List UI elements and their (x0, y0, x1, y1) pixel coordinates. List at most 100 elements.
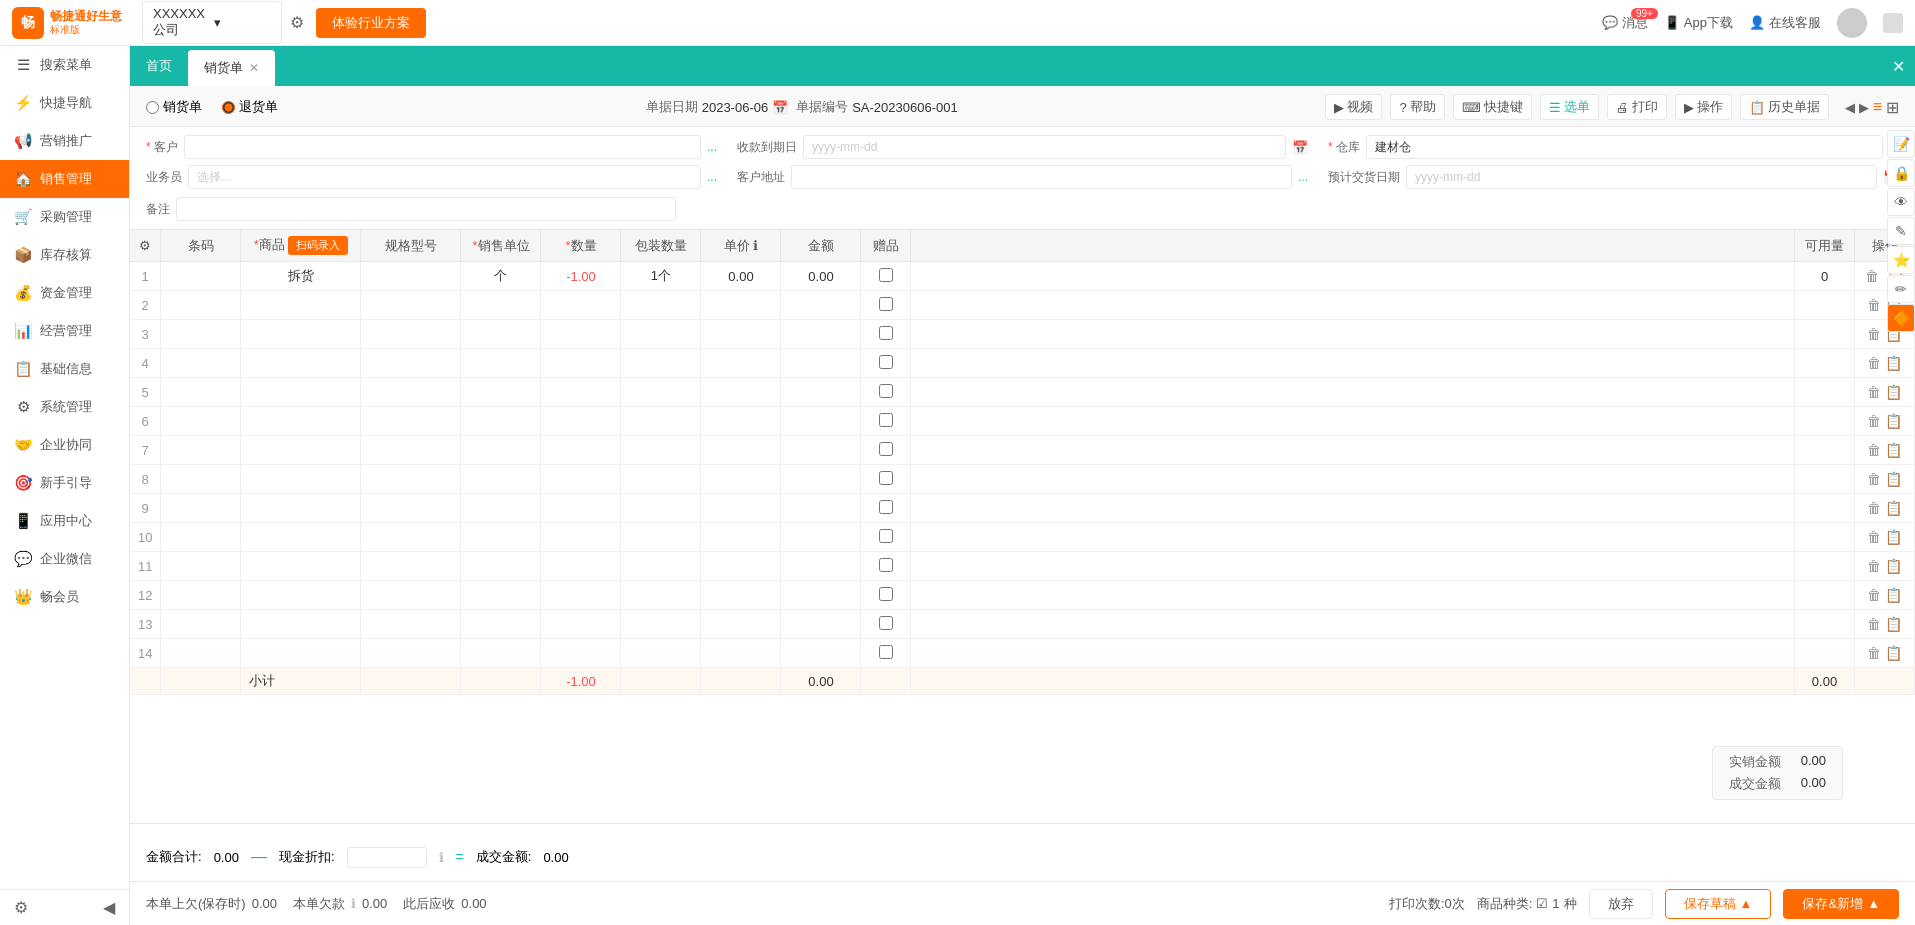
shortcut-btn[interactable]: ⌨ 快捷键 (1453, 94, 1532, 120)
tab-close-icon[interactable]: ✕ (249, 61, 259, 75)
copy-row-6[interactable]: 📋 (1883, 411, 1904, 431)
product-type-checkbox[interactable]: ☑ (1536, 896, 1548, 911)
delete-row-5[interactable]: 🗑 (1865, 382, 1883, 402)
sidebar-settings-icon[interactable]: ⚙ (14, 898, 28, 917)
save-new-button[interactable]: 保存&新增 ▲ (1783, 889, 1899, 919)
company-selector[interactable]: XXXXXX公司 ▾ (142, 1, 282, 44)
float-edit-btn[interactable]: ✎ (1887, 217, 1915, 245)
delete-row-1[interactable]: 🗑 (1863, 266, 1881, 286)
delete-row-12[interactable]: 🗑 (1865, 585, 1883, 605)
row-unit-1[interactable]: 个 (461, 262, 541, 291)
sidebar-item-search[interactable]: ☰ 搜索菜单 (0, 46, 129, 84)
receivable-date-calendar-icon[interactable]: 📅 (1292, 140, 1308, 155)
expected-date-input[interactable] (1406, 165, 1877, 189)
delete-row-7[interactable]: 🗑 (1865, 440, 1883, 460)
delete-row-9[interactable]: 🗑 (1865, 498, 1883, 518)
copy-row-14[interactable]: 📋 (1883, 643, 1904, 663)
sidebar-item-wecom[interactable]: 💬 企业微信 (0, 540, 129, 578)
print-btn[interactable]: 🖨 打印 (1607, 94, 1667, 120)
copy-row-5[interactable]: 📋 (1883, 382, 1904, 402)
grid-view-icon[interactable]: ⊞ (1886, 98, 1899, 117)
address-input[interactable] (791, 165, 1292, 189)
scan-button[interactable]: 扫码录入 (288, 236, 348, 255)
col-gear[interactable]: ⚙ (130, 230, 161, 262)
copy-row-7[interactable]: 📋 (1883, 440, 1904, 460)
topbar-settings-icon[interactable]: ⚙ (290, 13, 304, 32)
delete-row-6[interactable]: 🗑 (1865, 411, 1883, 431)
row-qty-1[interactable]: -1.00 (541, 262, 621, 291)
delete-row-10[interactable]: 🗑 (1865, 527, 1883, 547)
radio-sales[interactable] (146, 101, 159, 114)
user-avatar2[interactable] (1883, 13, 1903, 33)
row-spec-1[interactable] (361, 262, 461, 291)
sidebar-item-system[interactable]: ⚙ 系统管理 (0, 388, 129, 426)
row-gift-1[interactable] (861, 262, 911, 291)
copy-row-9[interactable]: 📋 (1883, 498, 1904, 518)
sidebar-item-sales[interactable]: 🏠 销售管理 (0, 160, 129, 198)
sidebar-item-enterprise[interactable]: 🤝 企业协同 (0, 426, 129, 464)
select-btn[interactable]: ☰ 选单 (1540, 94, 1599, 120)
float-view-btn[interactable]: 👁 (1887, 188, 1915, 216)
receivable-date-input[interactable] (803, 135, 1286, 159)
radio-return-label[interactable]: 退货单 (222, 98, 278, 116)
next-icon[interactable]: ▶ (1859, 100, 1869, 115)
tab-home[interactable]: 首页 (130, 46, 188, 86)
salesperson-input[interactable] (188, 165, 701, 189)
discount-input[interactable] (347, 847, 427, 868)
radio-sales-label[interactable]: 销货单 (146, 98, 202, 116)
delete-row-11[interactable]: 🗑 (1865, 556, 1883, 576)
float-orange-btn[interactable]: 🔶 (1887, 304, 1915, 332)
row-pkgqty-1[interactable]: 1个 (621, 262, 701, 291)
video-btn[interactable]: ▶ 视频 (1325, 94, 1382, 120)
copy-row-10[interactable]: 📋 (1883, 527, 1904, 547)
owe-help-icon[interactable]: ℹ (351, 896, 356, 911)
customer-ellipsis[interactable]: ... (707, 140, 717, 154)
float-note-btn[interactable]: 📝 (1887, 130, 1915, 158)
info-icon[interactable]: ℹ (439, 850, 444, 865)
float-lock-btn[interactable]: 🔒 (1887, 159, 1915, 187)
delete-row-2[interactable]: 🗑 (1865, 295, 1883, 315)
float-star-btn[interactable]: ⭐ (1887, 246, 1915, 274)
trial-button[interactable]: 体验行业方案 (316, 8, 426, 38)
delete-row-4[interactable]: 🗑 (1865, 353, 1883, 373)
note-input[interactable] (176, 197, 676, 221)
sidebar-collapse-icon[interactable]: ◀ (103, 898, 115, 917)
sidebar-item-vip[interactable]: 👑 畅会员 (0, 578, 129, 616)
copy-row-12[interactable]: 📋 (1883, 585, 1904, 605)
warehouse-input[interactable] (1366, 135, 1883, 159)
customer-input[interactable] (184, 135, 701, 159)
sidebar-item-guide[interactable]: 🎯 新手引导 (0, 464, 129, 502)
delete-row-13[interactable]: 🗑 (1865, 614, 1883, 634)
row-barcode-1[interactable] (161, 262, 241, 291)
abandon-button[interactable]: 放弃 (1589, 889, 1653, 919)
delete-row-8[interactable]: 🗑 (1865, 469, 1883, 489)
copy-row-4[interactable]: 📋 (1883, 353, 1904, 373)
sidebar-item-inventory[interactable]: 📦 库存核算 (0, 236, 129, 274)
float-pencil-btn[interactable]: ✏ (1887, 275, 1915, 303)
sidebar-item-finance[interactable]: 💰 资金管理 (0, 274, 129, 312)
delete-row-3[interactable]: 🗑 (1865, 324, 1883, 344)
address-ellipsis[interactable]: ... (1298, 170, 1308, 184)
row-price-1[interactable]: 0.00 (701, 262, 781, 291)
salesperson-ellipsis[interactable]: ... (707, 170, 717, 184)
prev-icon[interactable]: ◀ (1845, 100, 1855, 115)
copy-row-8[interactable]: 📋 (1883, 469, 1904, 489)
sidebar-item-operations[interactable]: 📊 经营管理 (0, 312, 129, 350)
calendar-icon[interactable]: 📅 (772, 100, 788, 115)
help-btn[interactable]: ? 帮助 (1390, 94, 1444, 120)
copy-row-13[interactable]: 📋 (1883, 614, 1904, 634)
close-all-icon[interactable]: ✕ (1892, 57, 1905, 76)
user-avatar[interactable] (1837, 8, 1867, 38)
history-btn[interactable]: 📋 历史单据 (1740, 94, 1829, 120)
message-btn[interactable]: 💬 消息 99+ (1602, 14, 1648, 32)
sidebar-item-quick-nav[interactable]: ⚡ 快捷导航 (0, 84, 129, 122)
row-product-1[interactable]: 拆货 (241, 262, 361, 291)
radio-return[interactable] (222, 101, 235, 114)
sidebar-item-appstore[interactable]: 📱 应用中心 (0, 502, 129, 540)
copy-row-11[interactable]: 📋 (1883, 556, 1904, 576)
sidebar-item-marketing[interactable]: 📢 营销推广 (0, 122, 129, 160)
sidebar-item-purchase[interactable]: 🛒 采购管理 (0, 198, 129, 236)
online-support-btn[interactable]: 👤 在线客服 (1749, 14, 1821, 32)
row-amount-1[interactable]: 0.00 (781, 262, 861, 291)
tab-sales-order[interactable]: 销货单 ✕ (188, 50, 275, 86)
